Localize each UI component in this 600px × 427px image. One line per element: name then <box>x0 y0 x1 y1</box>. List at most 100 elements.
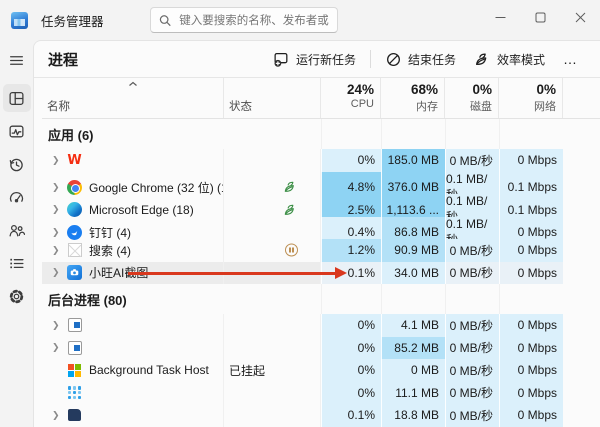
sidebar-item-startup-apps[interactable] <box>3 183 31 211</box>
network-value: 0 Mbps <box>499 337 563 360</box>
sidebar-item-users[interactable] <box>3 216 31 244</box>
process-row-小旺ai截图[interactable]: ❯ 小旺AI截图 0.1%34.0 MB0 MB/秒0 Mbps <box>42 262 600 285</box>
microsoft-edge-icon <box>67 202 82 217</box>
expand-chevron-icon[interactable]: ❯ <box>52 228 64 237</box>
process-status-cell <box>224 239 321 262</box>
process-status-cell <box>224 404 321 427</box>
expand-chevron-icon[interactable]: ❯ <box>52 183 64 192</box>
process-row[interactable]: ❯0.1%18.8 MB0 MB/秒0 Mbps <box>42 404 600 427</box>
cpu-value: 0% <box>321 337 381 360</box>
more-icon: … <box>563 52 578 66</box>
process-status-cell: 已挂起 <box>224 359 321 382</box>
sidebar-item-performance[interactable] <box>3 117 31 145</box>
search-input[interactable]: 键入要搜索的名称、发布者或... <box>150 7 338 33</box>
expand-chevron-icon[interactable]: ❯ <box>52 268 64 277</box>
disk-column-label: 磁盘 <box>445 98 492 114</box>
process-name-cell: ❯搜索 (4) <box>42 239 224 262</box>
network-value: 0 Mbps <box>499 359 563 382</box>
windows-search-icon <box>68 243 82 257</box>
content-panel: 进程 运行新任务结束任务效率模式… 名称状态24%CPU68%内存0%磁盘0%网… <box>33 40 600 427</box>
process-name: 小旺AI截图 <box>89 264 148 281</box>
toolbar: 运行新任务结束任务 效率模式 … <box>265 47 586 72</box>
disk-value: 0 MB/秒 <box>445 359 499 382</box>
disk-value: 0 MB/秒 <box>445 239 499 262</box>
disk-value: 0 MB/秒 <box>445 149 499 172</box>
process-row[interactable]: 0%11.1 MB0 MB/秒0 Mbps <box>42 382 600 405</box>
close-icon <box>575 12 586 23</box>
column-header-cpu[interactable]: 24%CPU <box>321 78 381 118</box>
expand-chevron-icon[interactable]: ❯ <box>52 343 64 352</box>
cpu-value: 0.1% <box>321 262 381 285</box>
expand-chevron-icon[interactable]: ❯ <box>52 205 64 214</box>
sidebar-item-menu[interactable] <box>3 46 31 74</box>
users-icon <box>8 222 25 239</box>
sidebar-item-services[interactable] <box>3 282 31 310</box>
memory-value: 0 MB <box>381 359 445 382</box>
expand-chevron-icon[interactable]: ❯ <box>52 246 64 255</box>
sidebar-item-processes[interactable] <box>3 84 31 112</box>
cpu-column-label: CPU <box>321 98 374 110</box>
process-status-cell <box>224 262 321 285</box>
expand-chevron-icon[interactable]: ❯ <box>52 321 64 330</box>
column-header-name[interactable]: 名称 <box>42 78 224 118</box>
process-table: 名称状态24%CPU68%内存0%磁盘0%网络 应用 (6)❯W0%185.0 … <box>42 78 600 427</box>
process-row[interactable]: ❯W0%185.0 MB0 MB/秒0 Mbps <box>42 149 600 172</box>
process-row-google-chrome-32-位-11-[interactable]: ❯Google Chrome (32 位) (11)4.8%376.0 MB0.… <box>42 172 600 195</box>
sidebar-item-app-history[interactable] <box>3 150 31 178</box>
minimize-button[interactable] <box>480 0 520 34</box>
page-header: 进程 运行新任务结束任务 效率模式 … <box>34 41 600 78</box>
cpu-value: 0% <box>321 359 381 382</box>
disk-value: 0 MB/秒 <box>445 262 499 285</box>
disk-value: 0 MB/秒 <box>445 382 499 405</box>
column-header-status[interactable]: 状态 <box>224 78 321 118</box>
more-options-button[interactable]: … <box>555 48 586 70</box>
toolbar-divider <box>370 50 371 68</box>
process-row-background-task-host[interactable]: Background Task Host 已挂起 0%0 MB0 MB/秒0 Mbp… <box>42 359 600 382</box>
network-value: 0 Mbps <box>499 382 563 405</box>
end-task-button[interactable]: 结束任务 <box>377 47 464 72</box>
dingtalk-icon <box>67 225 82 240</box>
efficiency-mode-label: 效率模式 <box>497 51 545 68</box>
search-placeholder: 键入要搜索的名称、发布者或... <box>179 12 329 28</box>
column-header-memory[interactable]: 68%内存 <box>381 78 445 118</box>
window-controls <box>480 0 600 34</box>
table-header-row: 名称状态24%CPU68%内存0%磁盘0%网络 <box>42 78 600 119</box>
process-name-cell: ❯ <box>42 314 224 337</box>
sidebar-item-details[interactable] <box>3 249 31 277</box>
efficiency-mode-button[interactable]: 效率模式 <box>466 47 553 72</box>
status-text: 已挂起 <box>229 362 265 379</box>
network-value: 0 Mbps <box>499 149 563 172</box>
group-header-background-processes[interactable]: 后台进程 (80) <box>42 284 600 314</box>
process-name-cell: Background Task Host <box>42 359 224 382</box>
close-button[interactable] <box>560 0 600 34</box>
wps-office-icon: W <box>67 153 81 168</box>
page-title: 进程 <box>48 49 78 70</box>
cpu-value: 0% <box>321 314 381 337</box>
group-label: 后台进程 (80) <box>42 284 321 314</box>
process-name: 钉钉 (4) <box>89 224 131 241</box>
column-header-network[interactable]: 0%网络 <box>499 78 563 118</box>
maximize-button[interactable] <box>520 0 560 34</box>
disk-value: 0 MB/秒 <box>445 314 499 337</box>
process-row[interactable]: ❯0%85.2 MB0 MB/秒0 Mbps <box>42 337 600 360</box>
process-status-cell <box>224 149 321 172</box>
process-row[interactable]: ❯0%4.1 MB0 MB/秒0 Mbps <box>42 314 600 337</box>
process-name: Background Task Host <box>89 363 209 377</box>
memory-value: 34.0 MB <box>381 262 445 285</box>
expand-chevron-icon[interactable]: ❯ <box>52 411 64 420</box>
expand-chevron-icon[interactable]: ❯ <box>52 156 64 165</box>
dotted-grid-app-icon <box>68 386 81 399</box>
process-row-搜索-4-[interactable]: ❯搜索 (4)1.2%90.9 MB0 MB/秒0 Mbps <box>42 239 600 262</box>
menu-icon <box>8 52 25 69</box>
process-row-microsoft-edge-18-[interactable]: ❯Microsoft Edge (18)2.5%1,113.6 ...0.1 M… <box>42 194 600 217</box>
suspended-pause-icon <box>285 244 298 257</box>
group-header-apps[interactable]: 应用 (6) <box>42 119 600 149</box>
network-value: 0 Mbps <box>499 262 563 285</box>
network-value: 0 Mbps <box>499 314 563 337</box>
run-new-task-button[interactable]: 运行新任务 <box>265 47 364 72</box>
title-bar: 任务管理器 键入要搜索的名称、发布者或... <box>0 0 600 40</box>
process-row-钉钉-4-[interactable]: ❯钉钉 (4)0.4%86.8 MB0.1 MB/秒0 Mbps <box>42 217 600 240</box>
column-header-disk[interactable]: 0%磁盘 <box>445 78 499 118</box>
memory-value: 185.0 MB <box>381 149 445 172</box>
disk-value: 0 MB/秒 <box>445 404 499 427</box>
